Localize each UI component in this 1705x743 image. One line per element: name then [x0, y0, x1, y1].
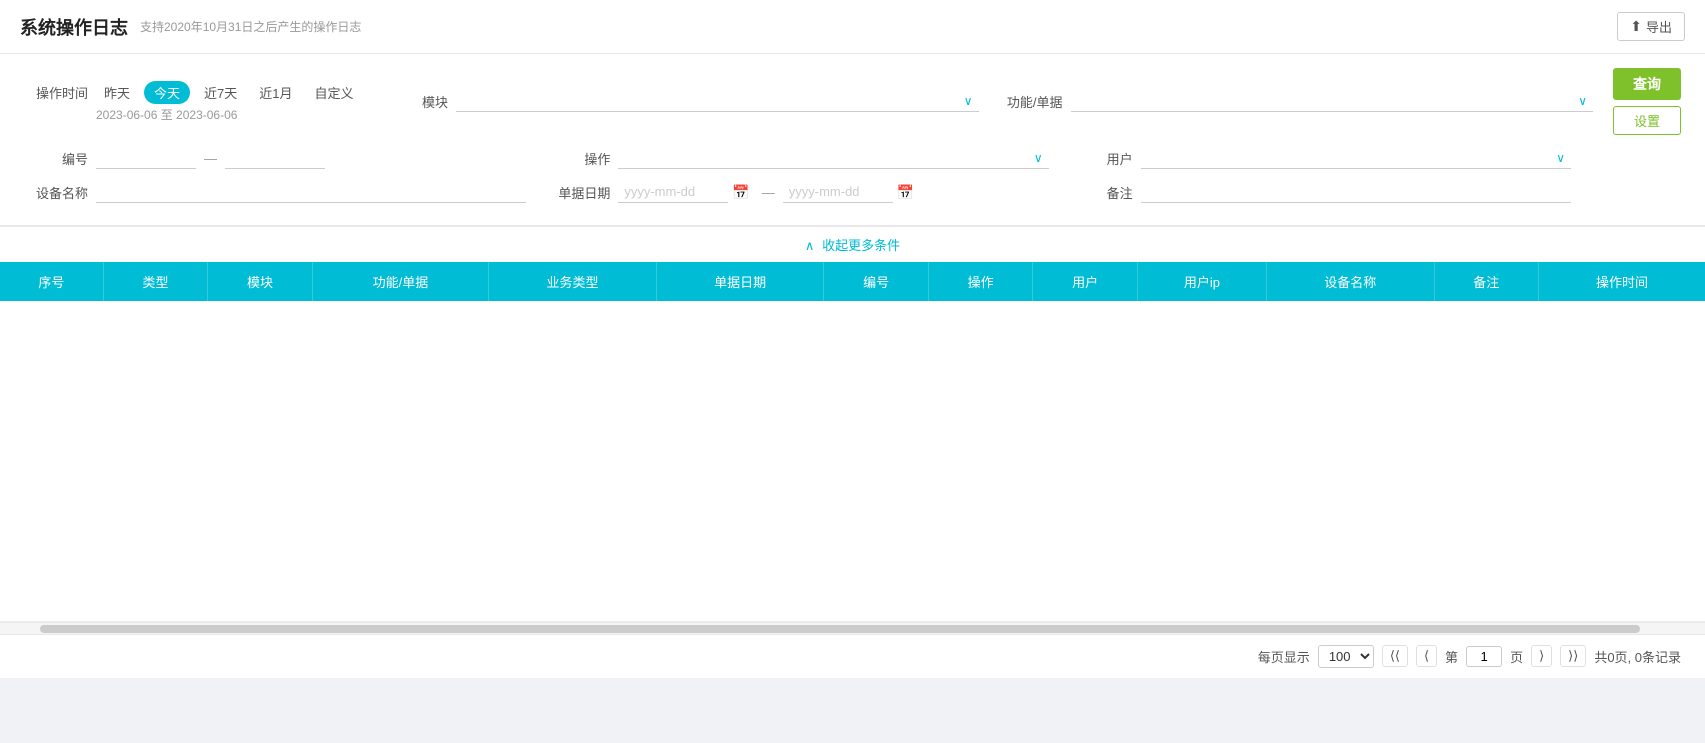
page-label: 第	[1445, 647, 1458, 666]
filter-row-2: 编号 — 操作 ∨ 用户 ∨	[24, 147, 1681, 169]
next-page-button[interactable]: ⟩	[1531, 645, 1552, 667]
calendar-icon-from[interactable]: 📅	[732, 184, 749, 201]
settings-button[interactable]: 设置	[1613, 106, 1681, 135]
last-page-button[interactable]: ⟩⟩	[1560, 645, 1586, 667]
num-label: 编号	[24, 149, 88, 168]
filter-row-3: 设备名称 单据日期 📅 — 📅 备注	[24, 181, 1681, 203]
filter-area: 操作时间 昨天 今天 近7天 近1月 自定义 2023-06-06 至 2023…	[0, 54, 1705, 226]
col-seq: 序号	[0, 262, 103, 301]
actions-col: 查询 设置	[1613, 68, 1681, 135]
col-device: 设备名称	[1266, 262, 1434, 301]
export-button[interactable]: ⬆ 导出	[1617, 12, 1685, 41]
collapse-label: 收起更多条件	[822, 238, 900, 253]
per-page-select[interactable]: 100 50 200	[1318, 645, 1374, 668]
col-remark: 备注	[1434, 262, 1538, 301]
op-filter-group: 操作 ∨	[546, 148, 1048, 169]
scrollbar-thumb	[40, 625, 1640, 633]
time-btn-1month[interactable]: 近1月	[251, 81, 300, 104]
op-chevron-icon: ∨	[1034, 151, 1043, 165]
time-filter-group: 操作时间 昨天 今天 近7天 近1月 自定义 2023-06-06 至 2023…	[24, 81, 364, 123]
col-op: 操作	[928, 262, 1032, 301]
table-header-row: 序号 类型 模块 功能/单据 业务类型 单据日期 编号 操作 用户 用户ip 设…	[0, 262, 1705, 301]
col-module: 模块	[208, 262, 312, 301]
per-page-label: 每页显示	[1258, 647, 1310, 666]
page-unit: 页	[1510, 647, 1523, 666]
calendar-icon-to[interactable]: 📅	[897, 184, 914, 201]
module-label: 模块	[384, 92, 448, 111]
time-label: 操作时间	[24, 83, 88, 102]
func-label: 功能/单据	[999, 92, 1063, 111]
docdate-to-input[interactable]	[783, 181, 893, 203]
user-filter-group: 用户 ∨	[1069, 148, 1571, 169]
num-filter-group: 编号 —	[24, 147, 526, 169]
col-op-time: 操作时间	[1539, 262, 1705, 301]
filter-row-1: 操作时间 昨天 今天 近7天 近1月 自定义 2023-06-06 至 2023…	[24, 68, 1681, 135]
col-num: 编号	[824, 262, 928, 301]
docdate-filter-group: 单据日期 📅 — 📅	[546, 181, 1048, 203]
time-range-display: 2023-06-06 至 2023-06-06	[96, 108, 237, 122]
data-table: 序号 类型 模块 功能/单据 业务类型 单据日期 编号 操作 用户 用户ip 设…	[0, 262, 1705, 622]
total-label: 共0页, 0条记录	[1594, 647, 1681, 666]
time-btn-7days[interactable]: 近7天	[196, 81, 245, 104]
device-filter-group: 设备名称	[24, 181, 526, 203]
pagination-bar: 每页显示 100 50 200 ⟨⟨ ⟨ 第 页 ⟩ ⟩⟩ 共0页, 0条记录	[0, 634, 1705, 678]
device-input[interactable]	[96, 181, 526, 203]
time-btn-custom[interactable]: 自定义	[307, 81, 362, 104]
page-title: 系统操作日志	[20, 14, 128, 40]
func-filter-group: 功能/单据 ∨	[999, 91, 1594, 112]
query-button[interactable]: 查询	[1613, 68, 1681, 100]
col-doc-date: 单据日期	[656, 262, 824, 301]
col-user: 用户	[1033, 262, 1137, 301]
docdate-dash: —	[762, 185, 775, 200]
remark-filter-group: 备注	[1069, 181, 1571, 203]
remark-label: 备注	[1069, 183, 1133, 202]
remark-input[interactable]	[1141, 181, 1571, 203]
export-btn-wrap: ⬆ 导出	[1617, 12, 1685, 41]
prev-page-button[interactable]: ⟨	[1416, 645, 1437, 667]
num-input-to[interactable]	[225, 147, 325, 169]
export-label: 导出	[1646, 17, 1672, 36]
func-chevron-icon: ∨	[1578, 94, 1587, 108]
collapse-arrow-icon: ∧	[805, 238, 815, 253]
col-user-ip: 用户ip	[1137, 262, 1266, 301]
time-btn-yesterday[interactable]: 昨天	[96, 81, 138, 104]
table-header: 序号 类型 模块 功能/单据 业务类型 单据日期 编号 操作 用户 用户ip 设…	[0, 262, 1705, 301]
module-filter-group: 模块 ∨	[384, 91, 979, 112]
page-header: 系统操作日志 支持2020年10月31日之后产生的操作日志 ⬆ 导出	[0, 0, 1705, 54]
module-chevron-icon: ∨	[964, 94, 973, 108]
page-input[interactable]	[1466, 646, 1502, 667]
user-select[interactable]: ∨	[1141, 148, 1571, 169]
num-input-from[interactable]	[96, 147, 196, 169]
module-select[interactable]: ∨	[456, 91, 979, 112]
first-page-button[interactable]: ⟨⟨	[1382, 645, 1408, 667]
docdate-label: 单据日期	[546, 183, 610, 202]
user-label: 用户	[1069, 149, 1133, 168]
time-btn-today[interactable]: 今天	[144, 81, 190, 104]
device-label: 设备名称	[24, 183, 88, 202]
col-biz-type: 业务类型	[489, 262, 657, 301]
op-label: 操作	[546, 149, 610, 168]
func-select[interactable]: ∨	[1071, 91, 1594, 112]
table-body	[0, 301, 1705, 621]
scrollbar-area[interactable]	[0, 622, 1705, 634]
page-subtitle: 支持2020年10月31日之后产生的操作日志	[140, 18, 361, 35]
collapse-bar[interactable]: ∧ 收起更多条件	[0, 226, 1705, 262]
user-chevron-icon: ∨	[1556, 151, 1565, 165]
table-wrap: 序号 类型 模块 功能/单据 业务类型 单据日期 编号 操作 用户 用户ip 设…	[0, 262, 1705, 622]
col-func: 功能/单据	[312, 262, 488, 301]
num-dash: —	[204, 151, 217, 166]
export-icon: ⬆	[1630, 18, 1642, 35]
docdate-from-input[interactable]	[618, 181, 728, 203]
col-type: 类型	[103, 262, 207, 301]
op-select[interactable]: ∨	[618, 148, 1048, 169]
time-buttons: 昨天 今天 近7天 近1月 自定义	[96, 81, 362, 104]
